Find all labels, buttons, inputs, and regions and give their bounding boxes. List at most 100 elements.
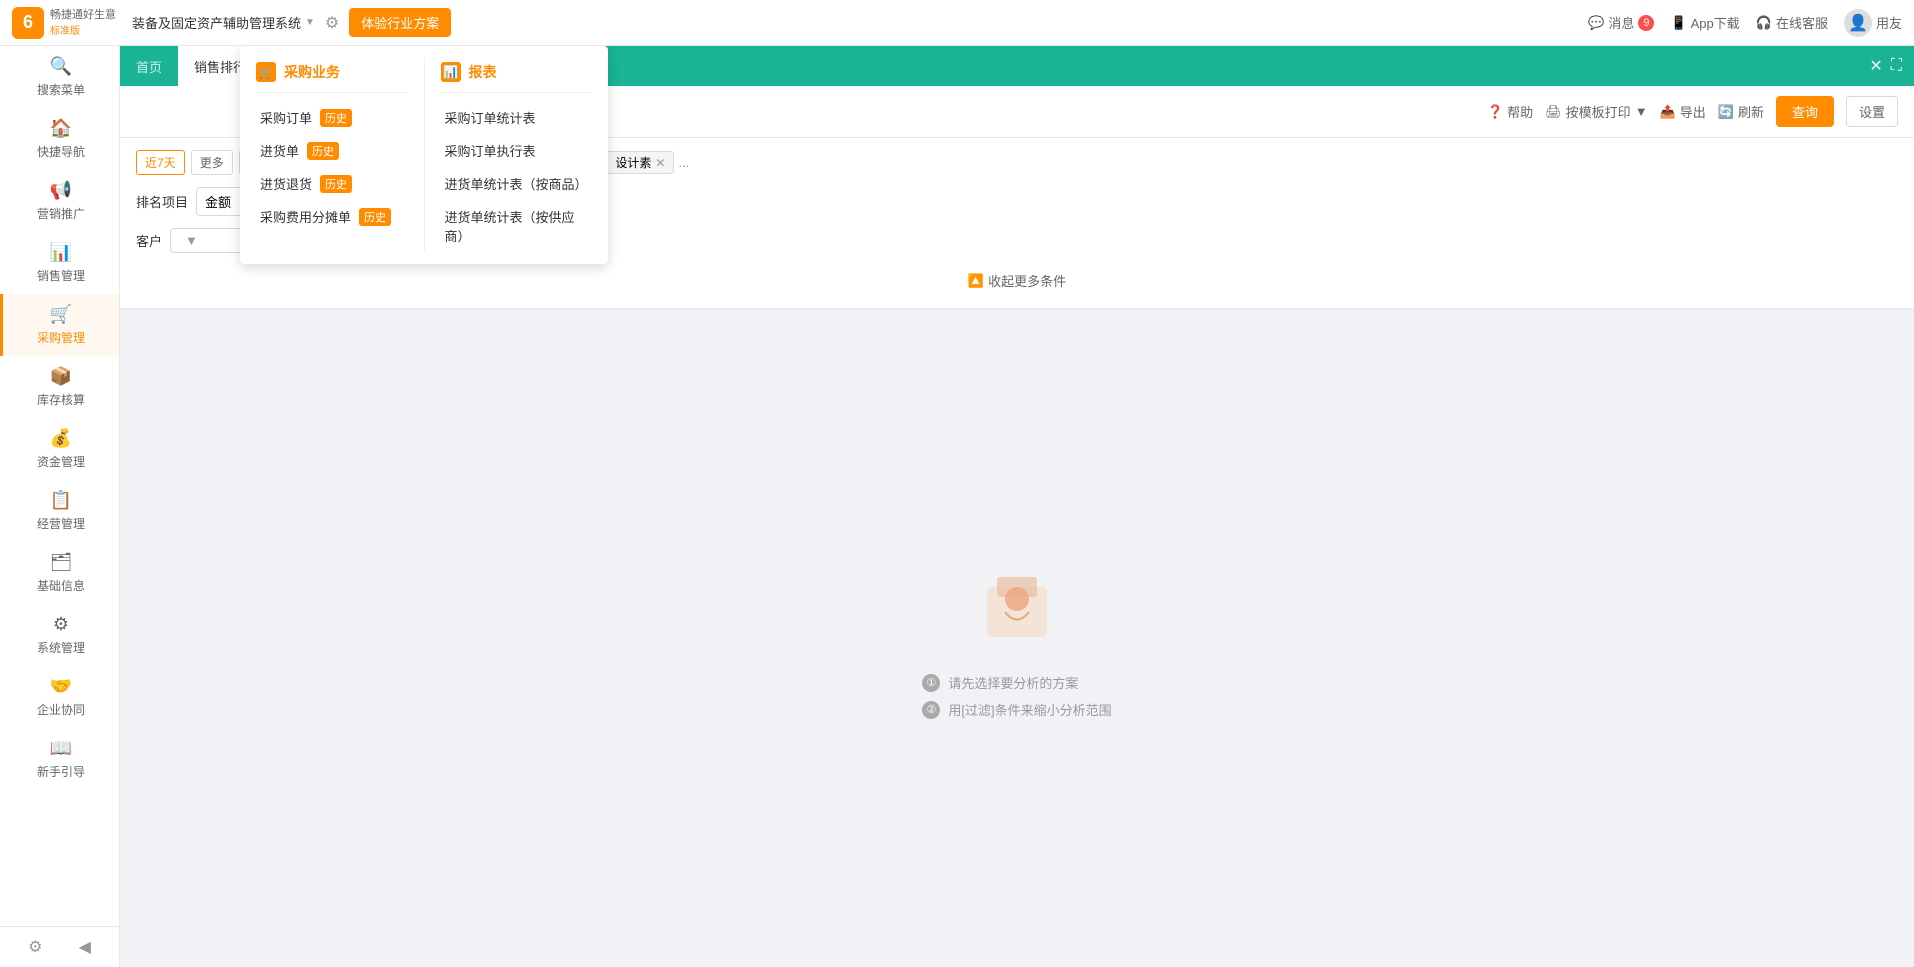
dropdown-item-order-stats[interactable]: 采购订单统计表 (441, 101, 593, 134)
logo-badge: 标准版 (50, 22, 116, 37)
purchase-col-icon: 🛒 (256, 62, 276, 82)
dropdown-report-header: 📊 报表 (441, 58, 593, 93)
operations-icon: 📋 (50, 490, 72, 511)
tab-home[interactable]: 首页 (120, 46, 178, 86)
filter-goods-control: 设计素 ✕ ... (606, 151, 772, 174)
dropdown-item-order-exec[interactable]: 采购订单执行表 (441, 134, 593, 167)
print-btn[interactable]: 🖨 按模板打印 ▼ (1545, 102, 1647, 121)
dropdown-item-inbound[interactable]: 进货单 历史 (256, 134, 408, 167)
collapse-btn[interactable]: 🔼 收起更多条件 (962, 265, 1072, 296)
avatar: 👤 (1844, 9, 1872, 37)
header-center: 装备及固定资产辅助管理系统 ▼ ⚙ 体验行业方案 (132, 8, 1588, 37)
message-btn[interactable]: 💬 消息 9 (1588, 13, 1654, 32)
sidebar: 🔍 搜索菜单 🏠 快捷导航 📢 营销推广 📊 销售管理 🛒 采购管理 📦 库存核… (0, 46, 120, 967)
query-btn[interactable]: 查询 (1776, 96, 1834, 127)
sidebar-item-inventory[interactable]: 📦 库存核算 (0, 356, 119, 418)
sidebar-item-quick-nav[interactable]: 🏠 快捷导航 (0, 108, 119, 170)
dropdown-item-return[interactable]: 进货退货 历史 (256, 167, 408, 200)
dropdown-item-inbound-supplier[interactable]: 进货单统计表（按供应商） (441, 200, 593, 252)
purchase-icon: 🛒 (50, 304, 72, 325)
inventory-icon: 📦 (50, 366, 72, 387)
sidebar-item-system[interactable]: ⚙ 系统管理 (0, 604, 119, 666)
print-arrow-icon: ▼ (1635, 104, 1648, 119)
sidebar-bottom: ⚙ ◀ (0, 926, 119, 967)
sidebar-item-search[interactable]: 🔍 搜索菜单 (0, 46, 119, 108)
tab-actions: ✕ ⛶ (1857, 46, 1914, 86)
cooperation-icon: 🤝 (50, 676, 72, 697)
sidebar-settings-btn[interactable]: ⚙ (28, 937, 42, 957)
sidebar-item-operations[interactable]: 📋 经营管理 (0, 480, 119, 542)
report-col-icon: 📊 (441, 62, 461, 82)
dropdown-item-expense[interactable]: 采购费用分摊单 历史 (256, 200, 408, 233)
logo-text: 畅捷通好生意 (50, 8, 116, 22)
content-area: 首页 销售排行榜 ✕ ✕ ⛶ ❓ 帮助 🖨 按模板打印 (120, 46, 1914, 967)
dropdown-item-inbound-goods[interactable]: 进货单统计表（按商品） (441, 167, 593, 200)
empty-state: ① 请先选择要分析的方案 ② 用[过滤]条件来缩小分析范围 (120, 309, 1914, 967)
goods-tag: 设计素 ✕ (606, 151, 674, 174)
logo-icon: 6 (12, 7, 44, 39)
empty-illustration (967, 557, 1067, 657)
system-title[interactable]: 装备及固定资产辅助管理系统 ▼ (132, 13, 315, 32)
refresh-btn[interactable]: 🔄 刷新 (1718, 102, 1764, 121)
system-icon: ⚙ (53, 614, 69, 635)
header-right: 💬 消息 9 📱 App下载 🎧 在线客服 👤 用友 (1588, 9, 1902, 37)
online-service-btn[interactable]: 🎧 在线客服 (1756, 13, 1828, 32)
goods-tag-close-icon[interactable]: ✕ (655, 156, 665, 170)
phone-icon: 📱 (1670, 15, 1686, 31)
help-icon: ❓ (1487, 104, 1503, 120)
sidebar-item-basic-info[interactable]: 🗂 基础信息 (0, 542, 119, 604)
help-btn[interactable]: ❓ 帮助 (1487, 102, 1533, 121)
sidebar-item-cooperation[interactable]: 🤝 企业协同 (0, 666, 119, 728)
date-btn-more[interactable]: 更多 (191, 150, 233, 175)
dropdown-item-purchase-order[interactable]: 采购订单 历史 (256, 101, 408, 134)
dropdown-purchase-col: 🛒 采购业务 采购订单 历史 进货单 历史 进货退货 历史 (240, 58, 424, 252)
finance-icon: 💰 (50, 428, 72, 449)
industry-btn[interactable]: 体验行业方案 (349, 8, 451, 37)
sidebar-collapse-btn[interactable]: ◀ (79, 937, 91, 957)
message-badge: 9 (1638, 15, 1654, 31)
chevron-down-icon: ▼ (185, 233, 198, 248)
settings-btn[interactable]: 设置 (1846, 96, 1898, 127)
top-header: 6 畅捷通好生意 标准版 装备及固定资产辅助管理系统 ▼ ⚙ 体验行业方案 💬 … (0, 0, 1914, 46)
date-btn-7days[interactable]: 近7天 (136, 150, 185, 175)
export-icon: 📤 (1660, 104, 1676, 120)
app-download-btn[interactable]: 📱 App下载 (1670, 13, 1739, 32)
history-badge: 历史 (320, 175, 352, 193)
goods-ellipsis[interactable]: ... (678, 155, 689, 170)
sales-icon: 📊 (50, 242, 72, 263)
chevron-down-icon: ▼ (305, 17, 315, 28)
message-icon: 💬 (1588, 15, 1604, 31)
sidebar-item-guide[interactable]: 📖 新手引导 (0, 728, 119, 790)
empty-text: ① 请先选择要分析的方案 ② 用[过滤]条件来缩小分析范围 (922, 673, 1111, 719)
settings-icon[interactable]: ⚙ (325, 13, 339, 33)
empty-tip-2: ② 用[过滤]条件来缩小分析范围 (922, 700, 1111, 719)
history-badge: 历史 (320, 109, 352, 127)
sidebar-item-finance[interactable]: 💰 资金管理 (0, 418, 119, 480)
dropdown-report-col: 📊 报表 采购订单统计表 采购订单执行表 进货单统计表（按商品） 进货单统计表（… (424, 58, 609, 252)
tab-close-all-btn[interactable]: ✕ (1869, 56, 1882, 76)
sidebar-item-marketing[interactable]: 📢 营销推广 (0, 170, 119, 232)
logo-text-area: 畅捷通好生意 标准版 (50, 8, 116, 37)
dropdown-purchase-header: 🛒 采购业务 (256, 58, 408, 93)
sidebar-item-purchase[interactable]: 🛒 采购管理 (0, 294, 119, 356)
logo-area: 6 畅捷通好生意 标准版 (12, 7, 132, 39)
user-area[interactable]: 👤 用友 (1844, 9, 1902, 37)
sidebar-item-sales[interactable]: 📊 销售管理 (0, 232, 119, 294)
marketing-icon: 📢 (50, 180, 72, 201)
history-badge: 历史 (307, 142, 339, 160)
basic-info-icon: 🗂 (50, 552, 73, 573)
empty-tip-1: ① 请先选择要分析的方案 (922, 673, 1078, 692)
purchase-dropdown-menu: 🛒 采购业务 采购订单 历史 进货单 历史 进货退货 历史 (240, 46, 608, 264)
dropdown-columns: 🛒 采购业务 采购订单 历史 进货单 历史 进货退货 历史 (240, 58, 608, 252)
tab-fullscreen-btn[interactable]: ⛶ (1891, 57, 1902, 75)
collapse-icon: 🔼 (968, 273, 984, 289)
headset-icon: 🎧 (1756, 15, 1772, 31)
guide-icon: 📖 (50, 738, 72, 759)
history-badge: 历史 (359, 208, 391, 226)
print-icon: 🖨 (1545, 104, 1562, 120)
home-icon: 🏠 (50, 118, 72, 139)
main-layout: 🔍 搜索菜单 🏠 快捷导航 📢 营销推广 📊 销售管理 🛒 采购管理 📦 库存核… (0, 46, 1914, 967)
search-icon: 🔍 (50, 56, 72, 77)
export-btn[interactable]: 📤 导出 (1660, 102, 1706, 121)
refresh-icon: 🔄 (1718, 104, 1734, 120)
